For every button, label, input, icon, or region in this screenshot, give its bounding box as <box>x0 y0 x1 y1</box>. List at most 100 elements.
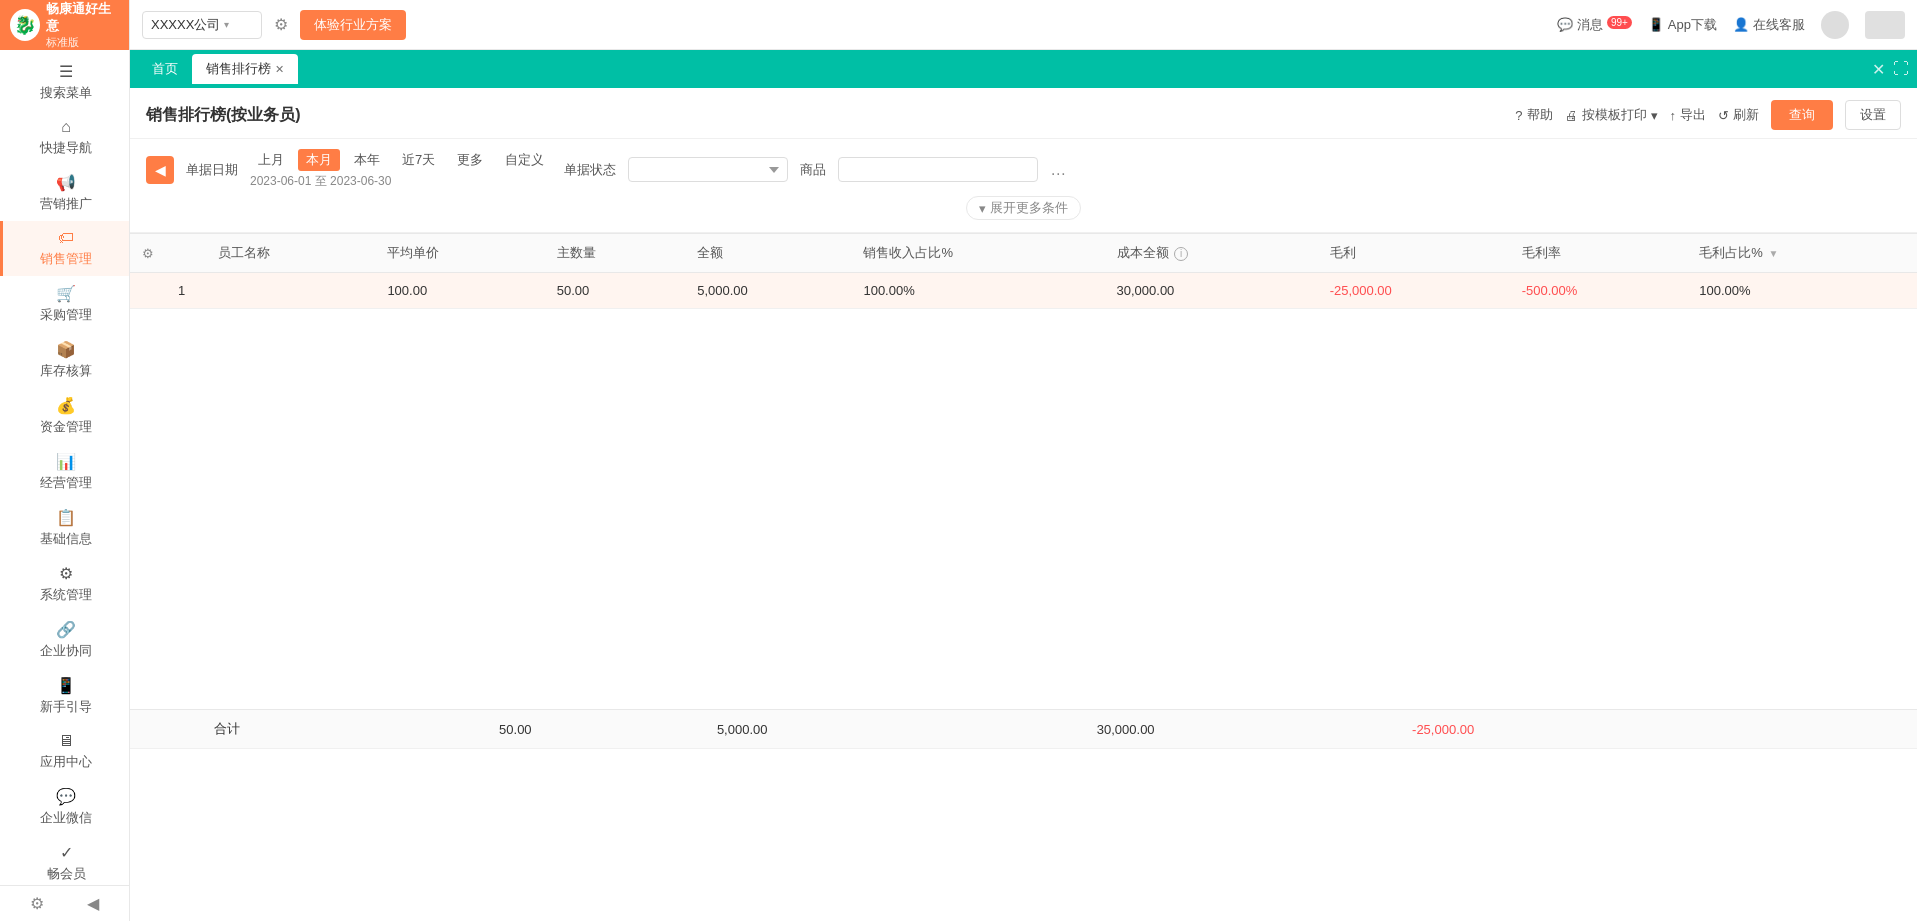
refresh-icon: ↺ <box>1718 108 1729 123</box>
sidebar-item-operation[interactable]: 📊 经营管理 <box>0 444 129 500</box>
sidebar-item-sales[interactable]: 🏷 销售管理 <box>0 221 129 276</box>
enterprise-icon: 🔗 <box>56 620 76 639</box>
refresh-button[interactable]: ↺ 刷新 <box>1718 106 1759 124</box>
row-amount: 5,000.00 <box>685 273 851 309</box>
sidebar-item-guide-label: 新手引导 <box>40 698 92 716</box>
sales-icon: 🏷 <box>58 229 74 247</box>
sidebar: 🐉 畅康通好生意 标准版 ☰ 搜索菜单 ⌂ 快捷导航 📢 营销推广 🏷 销售管理… <box>0 0 130 921</box>
sidebar-item-enterprise[interactable]: 🔗 企业协同 <box>0 612 129 668</box>
footer-cost: 30,000.00 <box>1085 710 1400 749</box>
tab-close-icon[interactable]: ✕ <box>275 63 284 76</box>
table-footer: 合计 50.00 5,000.00 <box>130 709 1917 749</box>
home-icon: ⌂ <box>61 118 71 136</box>
expand-icon: ▾ <box>979 201 986 216</box>
footer-quantity: 50.00 <box>487 710 705 749</box>
tabbar-expand-button[interactable]: ⛶ <box>1893 60 1909 79</box>
col-cost: 成本全额 i <box>1105 234 1318 273</box>
col-sales-ratio: 销售收入占比% <box>851 234 1104 273</box>
col-gross-profit: 毛利 <box>1318 234 1510 273</box>
online-service-icon: 👤 <box>1733 17 1749 32</box>
date-shortcut-7days[interactable]: 近7天 <box>394 149 443 171</box>
tab-home[interactable]: 首页 <box>138 54 192 84</box>
basic-icon: 📋 <box>56 508 76 527</box>
tab-sales-ranking[interactable]: 销售排行榜 ✕ <box>192 54 298 84</box>
sidebar-item-basic[interactable]: 📋 基础信息 <box>0 500 129 556</box>
footer-gross-ratio <box>1824 710 1917 749</box>
footer-gross-profit: -25,000.00 <box>1400 710 1732 749</box>
sidebar-item-purchase-label: 采购管理 <box>40 306 92 324</box>
purchase-icon: 🛒 <box>56 284 76 303</box>
export-button[interactable]: ↑ 导出 <box>1670 106 1707 124</box>
date-shortcut-more[interactable]: 更多 <box>449 149 491 171</box>
settings-button[interactable]: 设置 <box>1845 100 1901 130</box>
finance-icon: 💰 <box>56 396 76 415</box>
page-content: 销售排行榜(按业务员) ? 帮助 🖨 按模板打印 ▾ ↑ 导出 <box>130 88 1917 921</box>
sidebar-item-shortcut[interactable]: ⌂ 快捷导航 <box>0 110 129 165</box>
app-download-label: App下载 <box>1668 16 1717 34</box>
expand-label: 展开更多条件 <box>990 199 1068 217</box>
notification-icon: 💬 <box>1557 17 1573 32</box>
sidebar-item-guide[interactable]: 📱 新手引导 <box>0 668 129 724</box>
goods-filter-label: 商品 <box>800 161 826 179</box>
sidebar-item-marketing[interactable]: 📢 营销推广 <box>0 165 129 221</box>
sidebar-nav: ☰ 搜索菜单 ⌂ 快捷导航 📢 营销推广 🏷 销售管理 🛒 采购管理 📦 库存核… <box>0 50 129 885</box>
footer-setting <box>130 710 162 749</box>
user-avatar[interactable] <box>1821 11 1849 39</box>
sidebar-item-system-label: 系统管理 <box>40 586 92 604</box>
sidebar-item-basic-label: 基础信息 <box>40 530 92 548</box>
date-shortcut-group: 上月 本月 本年 近7天 更多 自定义 <box>250 149 552 171</box>
sidebar-collapse-button[interactable]: ◀ <box>87 894 99 913</box>
table-settings-icon[interactable]: ⚙ <box>142 246 154 261</box>
filter-collapse-button[interactable]: ◀ <box>146 156 174 184</box>
date-shortcut-current-year[interactable]: 本年 <box>346 149 388 171</box>
query-button[interactable]: 查询 <box>1771 100 1833 130</box>
user-name-display <box>1865 11 1905 39</box>
cost-info-icon[interactable]: i <box>1174 247 1188 261</box>
print-button[interactable]: 🖨 按模板打印 ▾ <box>1565 106 1658 124</box>
app-download-button[interactable]: 📱 App下载 <box>1648 16 1717 34</box>
sidebar-item-apps-label: 应用中心 <box>40 753 92 771</box>
company-selector[interactable]: XXXXX公司 ▾ <box>142 11 262 39</box>
table-header-row: ⚙ 员工名称 平均单价 主数量 <box>130 234 1917 273</box>
sidebar-item-inventory[interactable]: 📦 库存核算 <box>0 332 129 388</box>
date-shortcut-current-month[interactable]: 本月 <box>298 149 340 171</box>
topbar-gear-button[interactable]: ⚙ <box>274 15 288 34</box>
sidebar-item-search[interactable]: ☰ 搜索菜单 <box>0 54 129 110</box>
gross-ratio-sort-icon[interactable]: ▼ <box>1768 248 1778 259</box>
date-shortcut-custom[interactable]: 自定义 <box>497 149 552 171</box>
row-rank: 1 <box>166 273 206 309</box>
help-button[interactable]: ? 帮助 <box>1515 106 1552 124</box>
table-body: 1 100.00 50.00 <box>130 273 1917 309</box>
table-spacer <box>130 309 1917 709</box>
table-footer-body: 合计 50.00 5,000.00 <box>130 710 1917 749</box>
sidebar-item-enterprise-label: 企业协同 <box>40 642 92 660</box>
inventory-icon: 📦 <box>56 340 76 359</box>
online-service-button[interactable]: 👤 在线客服 <box>1733 16 1805 34</box>
sidebar-item-shortcut-label: 快捷导航 <box>40 139 92 157</box>
tabbar-close-button[interactable]: ✕ <box>1872 60 1885 79</box>
notification-badge: 99+ <box>1607 16 1632 29</box>
sidebar-item-finance[interactable]: 💰 资金管理 <box>0 388 129 444</box>
sidebar-item-system[interactable]: ⚙ 系统管理 <box>0 556 129 612</box>
wechat-icon: 💬 <box>56 787 76 806</box>
sidebar-item-purchase[interactable]: 🛒 采购管理 <box>0 276 129 332</box>
status-filter-select[interactable] <box>628 157 788 182</box>
sidebar-item-wechat-label: 企业微信 <box>40 809 92 827</box>
inner-page: 销售排行榜(按业务员) ? 帮助 🖨 按模板打印 ▾ ↑ 导出 <box>130 88 1917 921</box>
notification-button[interactable]: 💬 消息 99+ <box>1557 16 1632 34</box>
date-shortcut-last-month[interactable]: 上月 <box>250 149 292 171</box>
sidebar-item-apps[interactable]: 🖥 应用中心 <box>0 724 129 779</box>
expand-more-button[interactable]: ▾ 展开更多条件 <box>966 196 1081 220</box>
sidebar-item-wechat[interactable]: 💬 企业微信 <box>0 779 129 835</box>
logo-icon: 🐉 <box>10 9 40 41</box>
goods-more-icon[interactable]: … <box>1050 161 1066 179</box>
sidebar-item-sales-label: 销售管理 <box>40 250 92 268</box>
table-footer-row: 合计 50.00 5,000.00 <box>130 710 1917 749</box>
trial-button[interactable]: 体验行业方案 <box>300 10 406 40</box>
goods-filter-input[interactable] <box>838 157 1038 182</box>
col-setting: ⚙ <box>130 234 166 273</box>
sidebar-item-member[interactable]: ✓ 畅会员 <box>0 835 129 885</box>
sidebar-settings-button[interactable]: ⚙ <box>30 894 44 913</box>
sidebar-item-operation-label: 经营管理 <box>40 474 92 492</box>
footer-rank <box>162 710 202 749</box>
